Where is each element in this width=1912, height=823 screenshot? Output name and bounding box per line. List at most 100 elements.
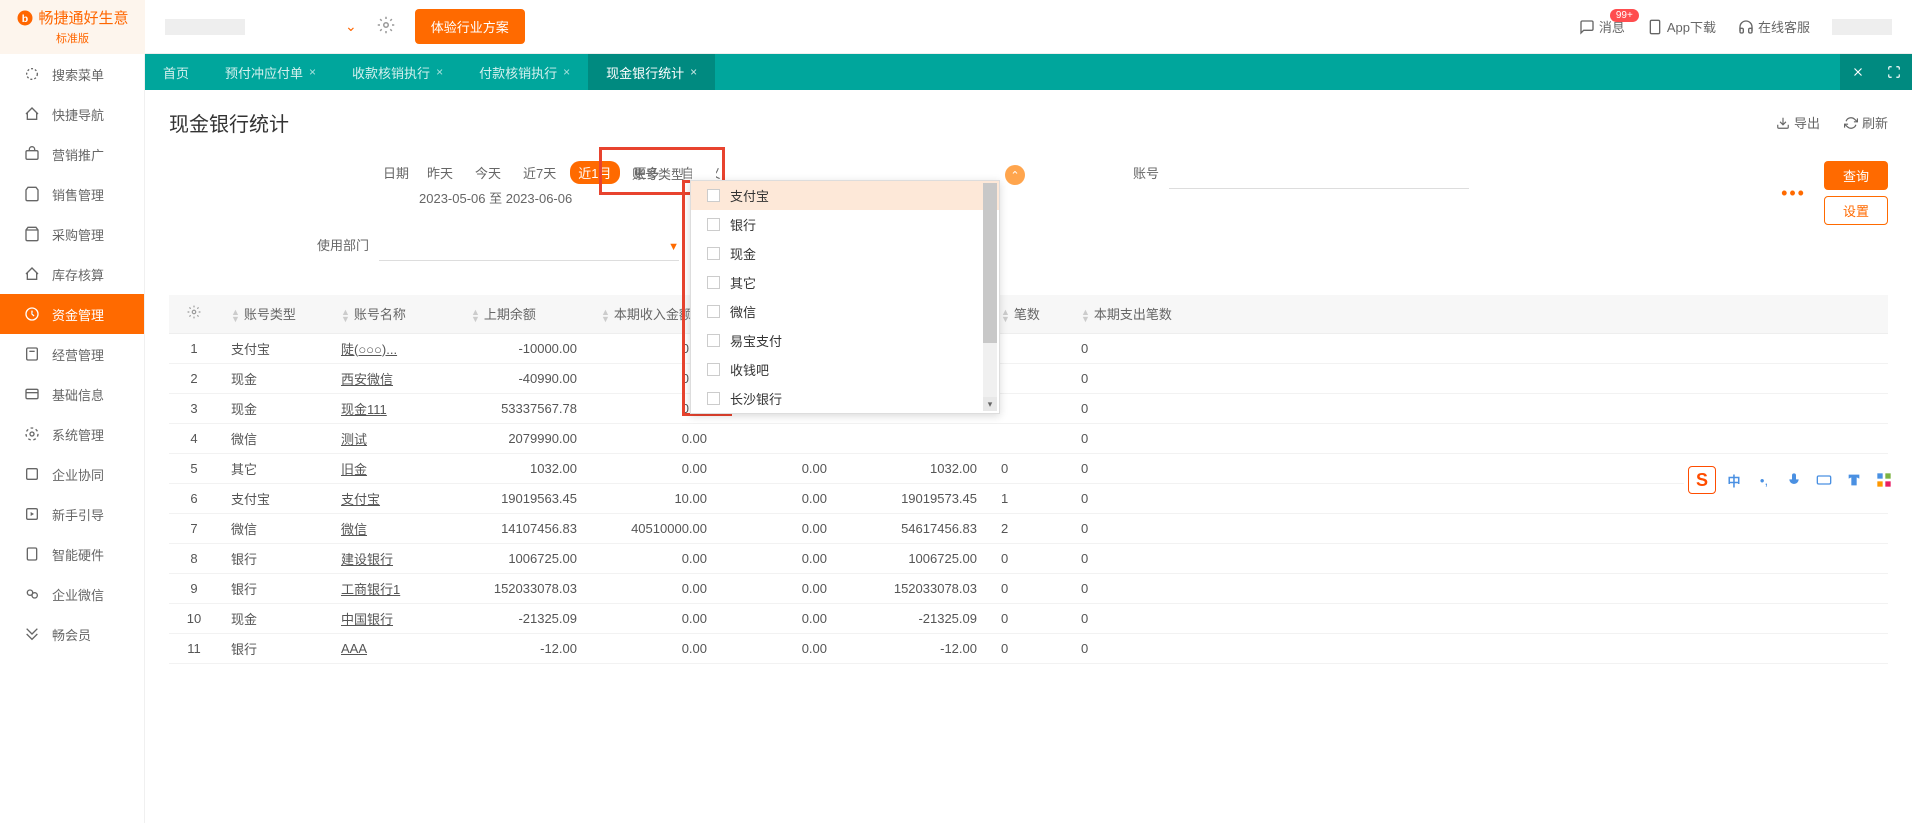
account-name-link[interactable]: 现金111 [341,402,387,417]
account-name-link[interactable]: 西安微信 [341,372,393,387]
checkbox[interactable] [707,247,720,260]
account-name-link[interactable]: 微信 [341,522,367,537]
tab-close-all-button[interactable] [1840,54,1876,90]
column-header-0[interactable] [169,295,219,333]
sidebar-item-14[interactable]: 畅会员 [0,614,144,654]
account-name-link[interactable]: 中国银行 [341,612,393,627]
account-name-link[interactable]: 陡(○○○)... [341,342,397,357]
ime-punct-icon[interactable]: •, [1752,468,1776,492]
sidebar-item-8[interactable]: 基础信息 [0,374,144,414]
account-input[interactable] [1169,161,1469,189]
scrollbar-arrow-down-icon[interactable]: ▾ [983,397,997,411]
dropdown-option-7[interactable]: 长沙银行 [691,384,999,413]
settings-gear-icon[interactable] [377,16,395,37]
sidebar-item-11[interactable]: 新手引导 [0,494,144,534]
sidebar-item-1[interactable]: 快捷导航 [0,94,144,134]
tab-0[interactable]: 首页 [145,54,207,90]
checkbox[interactable] [707,189,720,202]
experience-plan-button[interactable]: 体验行业方案 [415,9,525,44]
dropdown-option-0[interactable]: 支付宝 [691,181,999,210]
table-row[interactable]: 1支付宝陡(○○○)...-10000.000.000 [169,333,1888,363]
refresh-button[interactable]: 刷新 [1844,113,1888,132]
checkbox[interactable] [707,218,720,231]
account-name-link[interactable]: 建设银行 [341,552,393,567]
checkbox[interactable] [707,305,720,318]
table-row[interactable]: 6支付宝支付宝19019563.4510.000.0019019573.4510 [169,483,1888,513]
dropdown-option-1[interactable]: 银行 [691,210,999,239]
column-header-8[interactable]: ▲▼本期支出笔数 [1069,295,1888,333]
table-row[interactable]: 5其它旧金1032.000.000.001032.0000 [169,453,1888,483]
checkbox[interactable] [707,363,720,376]
sidebar-item-13[interactable]: 企业微信 [0,574,144,614]
dropdown-scrollbar[interactable]: ▾ [983,183,997,411]
date-option-2[interactable]: 近7天 [515,161,564,184]
dropdown-option-2[interactable]: 现金 [691,239,999,268]
table-row[interactable]: 10现金中国银行-21325.090.000.00-21325.0900 [169,603,1888,633]
export-button[interactable]: 导出 [1776,113,1820,132]
sidebar-item-0[interactable]: 搜索菜单 [0,54,144,94]
org-selector[interactable]: ⌄ [165,18,357,35]
table-row[interactable]: 4微信测试2079990.000.000 [169,423,1888,453]
tab-4[interactable]: 现金银行统计× [588,54,715,90]
sidebar-item-3[interactable]: 销售管理 [0,174,144,214]
ime-mic-icon[interactable] [1782,468,1806,492]
checkbox[interactable] [707,392,720,405]
ime-skin-icon[interactable] [1842,468,1866,492]
column-header-3[interactable]: ▲▼上期余额 [459,295,589,333]
tab-2[interactable]: 收款核销执行× [334,54,461,90]
sidebar-item-7[interactable]: 经营管理 [0,334,144,374]
tab-close-icon[interactable]: × [563,65,570,79]
table-row[interactable]: 7微信微信14107456.8340510000.000.0054617456.… [169,513,1888,543]
tab-1[interactable]: 预付冲应付单× [207,54,334,90]
tab-expand-button[interactable] [1876,54,1912,90]
sidebar-item-4[interactable]: 采购管理 [0,214,144,254]
table-row[interactable]: 8银行建设银行1006725.000.000.001006725.0000 [169,543,1888,573]
column-header-7[interactable]: ▲▼笔数 [989,295,1069,333]
account-name-link[interactable]: 旧金 [341,462,367,477]
sidebar-item-6[interactable]: 资金管理 [0,294,144,334]
ime-keyboard-icon[interactable] [1812,468,1836,492]
dropdown-option-4[interactable]: 微信 [691,297,999,326]
ime-lang-button[interactable]: 中 [1722,468,1746,492]
settings-button[interactable]: 设置 [1824,196,1888,225]
account-name-link[interactable]: 支付宝 [341,492,380,507]
checkbox[interactable] [707,276,720,289]
account-name-link[interactable]: 测试 [341,432,367,447]
date-option-0[interactable]: 昨天 [419,161,461,184]
cell-name: 旧金 [329,453,459,483]
sogou-ime-icon[interactable]: S [1688,466,1716,494]
sidebar-item-2[interactable]: 营销推广 [0,134,144,174]
tab-close-icon[interactable]: × [690,65,697,79]
account-name-link[interactable]: 工商银行1 [341,582,400,597]
app-download-link[interactable]: App下载 [1647,17,1716,36]
tab-3[interactable]: 付款核销执行× [461,54,588,90]
scrollbar-thumb[interactable] [983,183,997,343]
account-name-link[interactable]: AAA [341,641,367,656]
table-row[interactable]: 3现金现金11153337567.780.000 [169,393,1888,423]
dropdown-option-3[interactable]: 其它 [691,268,999,297]
logo[interactable]: b 畅捷通好生意 标准版 [0,0,145,54]
tab-close-icon[interactable]: × [309,65,316,79]
column-header-2[interactable]: ▲▼账号名称 [329,295,459,333]
sidebar-item-9[interactable]: 系统管理 [0,414,144,454]
sidebar-item-12[interactable]: 智能硬件 [0,534,144,574]
message-link[interactable]: 消息 99+ [1579,17,1625,36]
tab-close-icon[interactable]: × [436,65,443,79]
more-filters-button[interactable]: ••• [1781,183,1806,204]
online-service-link[interactable]: 在线客服 [1738,17,1810,36]
date-option-1[interactable]: 今天 [467,161,509,184]
table-row[interactable]: 2现金西安微信-40990.000.000 [169,363,1888,393]
sidebar-item-5[interactable]: 库存核算 [0,254,144,294]
user-avatar[interactable] [1832,19,1892,35]
ime-tools-icon[interactable] [1872,468,1896,492]
dept-input[interactable] [379,233,679,261]
table-row[interactable]: 9银行工商银行1152033078.030.000.00152033078.03… [169,573,1888,603]
checkbox[interactable] [707,334,720,347]
dropdown-option-5[interactable]: 易宝支付 [691,326,999,355]
query-button[interactable]: 查询 [1824,161,1888,190]
collapse-filter-button[interactable]: ⌃ [1005,165,1025,185]
dropdown-option-6[interactable]: 收钱吧 [691,355,999,384]
column-header-1[interactable]: ▲▼账号类型 [219,295,329,333]
table-row[interactable]: 11银行AAA-12.000.000.00-12.0000 [169,633,1888,663]
sidebar-item-10[interactable]: 企业协同 [0,454,144,494]
